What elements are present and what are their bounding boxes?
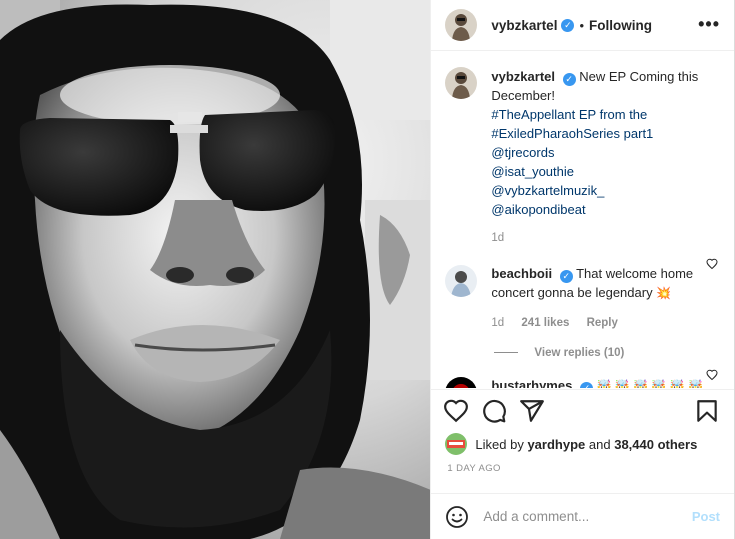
caption-avatar[interactable] (445, 67, 478, 99)
liked-by: Liked by yardhype and 38,440 others (445, 433, 697, 455)
view-replies-label: View replies (10) (534, 346, 625, 359)
mention-aikopondibeat[interactable]: @aikopondibeat (491, 202, 585, 217)
author-username[interactable]: vybzkartel (491, 18, 557, 33)
comment-likes[interactable]: 241 likes (521, 317, 569, 329)
following-button[interactable]: Following (589, 18, 652, 33)
post-actions (431, 389, 734, 429)
header-separator: • (579, 17, 585, 33)
more-horizontal-icon[interactable]: ••• (698, 14, 720, 35)
share-icon[interactable] (519, 398, 545, 424)
hashtag-theappellant[interactable]: #TheAppellant EP from the (491, 107, 647, 122)
post-sidebar: vybzkartel ✓ • Following ••• vybzkartel (430, 0, 734, 539)
comment-item: beachboii ✓ That welcome home concert go… (431, 248, 734, 333)
verified-badge-icon: ✓ (562, 73, 576, 86)
comment-icon[interactable] (481, 398, 507, 424)
hashtag-exiledpharaohseries[interactable]: #ExiledPharaohSeries part1 (491, 126, 653, 141)
comment-avatar[interactable] (445, 265, 478, 297)
post-photo-image (0, 0, 431, 539)
comment-avatar[interactable] (445, 376, 478, 388)
bookmark-icon[interactable] (694, 398, 720, 424)
comment-avatar-image (445, 376, 478, 388)
liker-avatar-image (445, 433, 468, 455)
author-avatar[interactable] (445, 9, 478, 41)
mention-vybzkartelmuzik[interactable]: @vybzkartelmuzik_ (491, 183, 604, 198)
reply-button[interactable]: Reply (587, 317, 618, 329)
smiley-icon[interactable] (445, 505, 469, 529)
author-avatar-image (445, 9, 478, 41)
comment-time[interactable]: 1d (491, 317, 504, 329)
caption-text-1: New EP Coming this (579, 69, 699, 84)
caption-meta: 1d (491, 229, 720, 248)
verified-badge-icon: ✓ (561, 18, 575, 32)
post-timestamp[interactable]: 1 DAY AGO (447, 463, 500, 474)
caption-time[interactable]: 1d (491, 232, 504, 244)
caption-avatar-image (445, 67, 478, 99)
instagram-post: vybzkartel ✓ • Following ••• vybzkartel (0, 0, 735, 539)
mind-blown-emojis: 🤯 🤯 🤯 🤯 🤯 🤯 (596, 378, 703, 389)
comment-like-heart-icon[interactable] (706, 258, 718, 270)
verified-badge-icon: ✓ (559, 270, 573, 283)
replies-divider (494, 352, 519, 353)
likes-count[interactable]: 38,440 others (614, 437, 697, 452)
liked-by-prefix: Liked by (475, 436, 524, 452)
comment-input[interactable] (483, 509, 692, 524)
comment-item: bustarhymes ✓ 🤯 🤯 🤯 🤯 🤯 🤯 🤯 🤯 (431, 359, 734, 389)
post-header: vybzkartel ✓ • Following ••• (431, 0, 734, 51)
add-comment-bar: Post (431, 493, 734, 539)
caption-username[interactable]: vybzkartel (491, 69, 555, 84)
verified-badge-icon: ✓ (579, 381, 593, 388)
collision-emoji: 💥 (656, 285, 672, 300)
liker-username[interactable]: yardhype (527, 437, 585, 452)
comment-avatar-image (445, 265, 478, 297)
liker-avatar[interactable] (445, 433, 468, 455)
heart-icon[interactable] (443, 398, 469, 424)
view-replies-button[interactable]: View replies (10) (494, 347, 734, 359)
comment-username[interactable]: beachboii (491, 266, 552, 281)
comment-username[interactable]: bustarhymes (491, 378, 572, 389)
caption-text-2: December! (491, 88, 555, 103)
mention-isat-youthie[interactable]: @isat_youthie (491, 164, 574, 179)
comment-meta: 1d 241 likes Reply (491, 314, 720, 333)
post-comment-button[interactable]: Post (692, 509, 720, 524)
comments-section[interactable]: vybzkartel ✓ New EP Coming this December… (431, 52, 734, 388)
post-photo[interactable] (0, 0, 431, 539)
liked-by-conj: and (588, 436, 611, 452)
mention-tjrecords[interactable]: @tjrecords (491, 145, 554, 160)
comment-like-heart-icon[interactable] (706, 369, 718, 381)
caption: vybzkartel ✓ New EP Coming this December… (431, 52, 734, 248)
